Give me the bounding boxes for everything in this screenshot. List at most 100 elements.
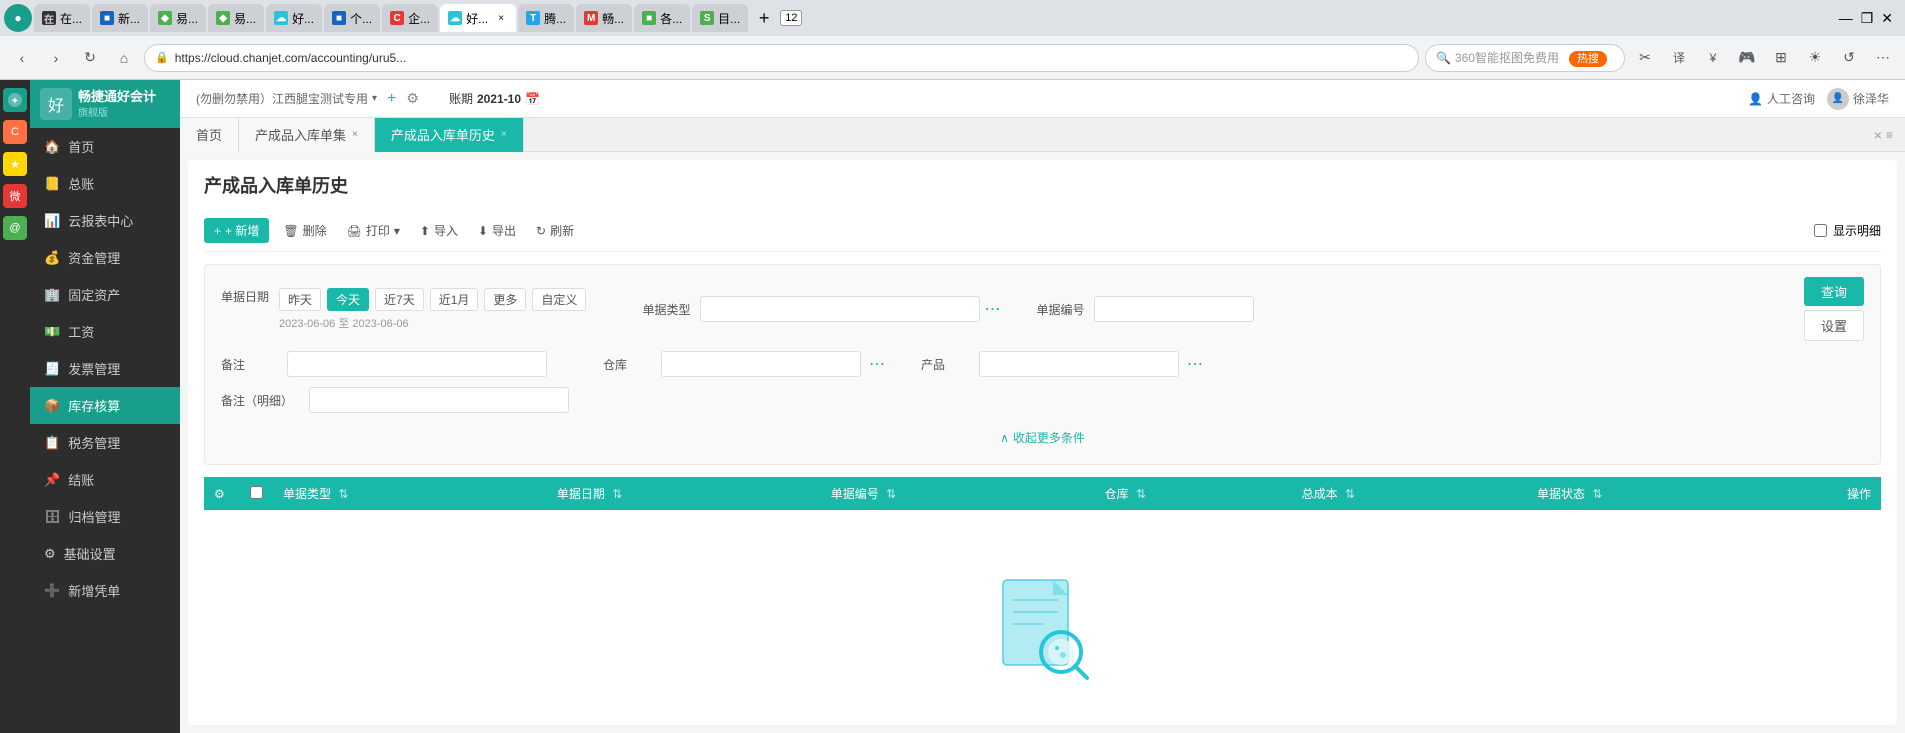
- more-btn[interactable]: ⋯: [1869, 44, 1897, 72]
- browser-tab-12[interactable]: S 目...: [692, 4, 748, 32]
- sidebar-item-assets[interactable]: 🏢 固定资产: [30, 276, 180, 313]
- tab-list-close-icon[interactable]: ×: [352, 129, 358, 140]
- print-button[interactable]: 🖨 打印 ▾: [341, 218, 406, 243]
- maximize-button[interactable]: ❐: [1861, 10, 1874, 27]
- warehouse-dots-icon[interactable]: ⋯: [869, 354, 885, 374]
- browser-tab-7[interactable]: C 企...: [382, 4, 438, 32]
- import-button[interactable]: ⬆ 导入: [414, 218, 464, 243]
- date-btn-more[interactable]: 更多: [484, 288, 526, 311]
- search-text: 360智能抠图免费用: [1455, 49, 1559, 66]
- sidebar-item-invoice[interactable]: 🧾 发票管理: [30, 350, 180, 387]
- empty-state-cell: [204, 510, 1881, 725]
- collapse-conditions-btn[interactable]: ∧ 收起更多条件: [221, 423, 1864, 452]
- sidebar-item-tax[interactable]: 📋 税务管理: [30, 424, 180, 461]
- col-warehouse[interactable]: 仓库 ⇅: [1095, 477, 1292, 510]
- number-input[interactable]: [1094, 296, 1254, 322]
- tab-history-close-icon[interactable]: ×: [501, 129, 507, 140]
- sidebar-item-home[interactable]: 🏠 首页: [30, 128, 180, 165]
- app-icon-3[interactable]: ★: [3, 152, 27, 176]
- refresh-button[interactable]: ↻: [76, 44, 104, 72]
- sidebar-item-basic[interactable]: ⚙ 基础设置: [30, 535, 180, 572]
- date-btn-custom[interactable]: 自定义: [532, 288, 586, 311]
- product-dots-icon[interactable]: ⋯: [1187, 354, 1203, 374]
- forward-button[interactable]: ›: [42, 44, 70, 72]
- back-button[interactable]: ‹: [8, 44, 36, 72]
- theme-btn[interactable]: ☀: [1801, 44, 1829, 72]
- sidebar-item-archive[interactable]: 🗄 归档管理: [30, 498, 180, 535]
- add-company-btn[interactable]: +: [387, 90, 396, 108]
- close-all-label[interactable]: ≡: [1886, 128, 1893, 142]
- settings-gear-icon[interactable]: ⚙: [406, 90, 419, 107]
- col-status[interactable]: 单据状态 ⇅: [1527, 477, 1801, 510]
- date-btn-yesterday[interactable]: 昨天: [279, 288, 321, 311]
- sidebar-item-newvoucher[interactable]: ➕ 新增凭单: [30, 572, 180, 609]
- calendar-icon[interactable]: 📅: [525, 92, 540, 106]
- sidebar-item-checkout[interactable]: 📌 结账: [30, 461, 180, 498]
- export-button[interactable]: ⬇ 导出: [472, 218, 522, 243]
- app-icon-5[interactable]: @: [3, 216, 27, 240]
- browser-tab-10[interactable]: M 畅...: [576, 4, 632, 32]
- product-input[interactable]: [979, 351, 1179, 377]
- show-detail-checkbox[interactable]: [1814, 224, 1827, 237]
- sidebar-item-funds[interactable]: 💰 资金管理: [30, 239, 180, 276]
- browser-tab-1[interactable]: 在 在...: [34, 4, 90, 32]
- type-dropdown-icon[interactable]: ⋯: [984, 299, 1000, 319]
- address-bar[interactable]: 🔒 https://cloud.chanjet.com/accounting/u…: [144, 44, 1419, 72]
- col-settings[interactable]: ⚙: [204, 477, 240, 510]
- browser-tab-6[interactable]: ■ 个...: [324, 4, 380, 32]
- browser-tab-2[interactable]: ■ 新...: [92, 4, 148, 32]
- sidebar-item-ledger[interactable]: 📒 总账: [30, 165, 180, 202]
- close-window-button[interactable]: ✕: [1881, 10, 1893, 27]
- new-tab-button[interactable]: +: [750, 4, 778, 32]
- browser-tab-11[interactable]: ■ 各...: [634, 4, 690, 32]
- remarks-input[interactable]: [287, 351, 547, 377]
- tab-breadcrumb-home[interactable]: 首页: [180, 118, 239, 152]
- date-btn-1month[interactable]: 近1月: [430, 288, 479, 311]
- settings-button[interactable]: 设置: [1804, 310, 1864, 341]
- col-date[interactable]: 单据日期 ⇅: [547, 477, 821, 510]
- tab-history[interactable]: 产成品入库单历史 ×: [375, 118, 524, 152]
- add-button[interactable]: + + 新增: [204, 218, 269, 243]
- company-selector[interactable]: (勿删勿禁用）江西腿宝测试专用 ▾: [196, 90, 377, 107]
- detail-remarks-input[interactable]: [309, 387, 569, 413]
- col-type[interactable]: 单据类型 ⇅: [273, 477, 547, 510]
- browser-tab-8[interactable]: ☁ 好... ×: [440, 4, 516, 32]
- home-button[interactable]: ⌂: [110, 44, 138, 72]
- close-all-icon[interactable]: ×: [1874, 127, 1882, 143]
- undo-btn[interactable]: ↺: [1835, 44, 1863, 72]
- col-total-cost[interactable]: 总成本 ⇅: [1292, 477, 1527, 510]
- tab-close-all[interactable]: × ≡: [1874, 127, 1905, 143]
- tab-close-8[interactable]: ×: [494, 11, 508, 25]
- select-all-checkbox[interactable]: [250, 486, 263, 499]
- minimize-button[interactable]: —: [1839, 10, 1853, 27]
- browser-tab-4[interactable]: ◆ 易...: [208, 4, 264, 32]
- sidebar-item-salary[interactable]: 💵 工资: [30, 313, 180, 350]
- tab-count[interactable]: 12: [780, 10, 802, 26]
- scissors-btn[interactable]: ✂: [1631, 44, 1659, 72]
- refresh-action-button[interactable]: ↻ 刷新: [530, 218, 580, 243]
- translate-btn[interactable]: 译: [1665, 44, 1693, 72]
- browser-tab-9[interactable]: T 腾...: [518, 4, 574, 32]
- col-checkbox[interactable]: [240, 477, 273, 510]
- browser-tab-5[interactable]: ☁ 好...: [266, 4, 322, 32]
- sidebar-item-inventory[interactable]: 📦 库存核算: [30, 387, 180, 424]
- sidebar-item-reports[interactable]: 📊 云报表中心: [30, 202, 180, 239]
- app-icon-4[interactable]: 微: [3, 184, 27, 208]
- browser-tab-3[interactable]: ◆ 易...: [150, 4, 206, 32]
- service-btn[interactable]: 👤 人工咨询: [1748, 90, 1815, 107]
- query-button[interactable]: 查询: [1804, 277, 1864, 306]
- game-btn[interactable]: 🎮: [1733, 44, 1761, 72]
- tab-list[interactable]: 产成品入库单集 ×: [239, 118, 375, 152]
- warehouse-input[interactable]: [661, 351, 861, 377]
- app-icon-main[interactable]: ✦: [3, 88, 27, 112]
- app-icon-2[interactable]: C: [3, 120, 27, 144]
- type-input[interactable]: [700, 296, 980, 322]
- date-btn-today[interactable]: 今天: [327, 288, 369, 311]
- grid-btn[interactable]: ⊞: [1767, 44, 1795, 72]
- date-btn-7days[interactable]: 近7天: [375, 288, 424, 311]
- delete-button[interactable]: 🗑 删除: [277, 218, 332, 243]
- currency-btn[interactable]: ¥: [1699, 44, 1727, 72]
- col-number[interactable]: 单据编号 ⇅: [821, 477, 1095, 510]
- search-bar[interactable]: 🔍 360智能抠图免费用 热搜: [1425, 44, 1625, 72]
- user-avatar[interactable]: 👤 徐泽华: [1827, 88, 1889, 110]
